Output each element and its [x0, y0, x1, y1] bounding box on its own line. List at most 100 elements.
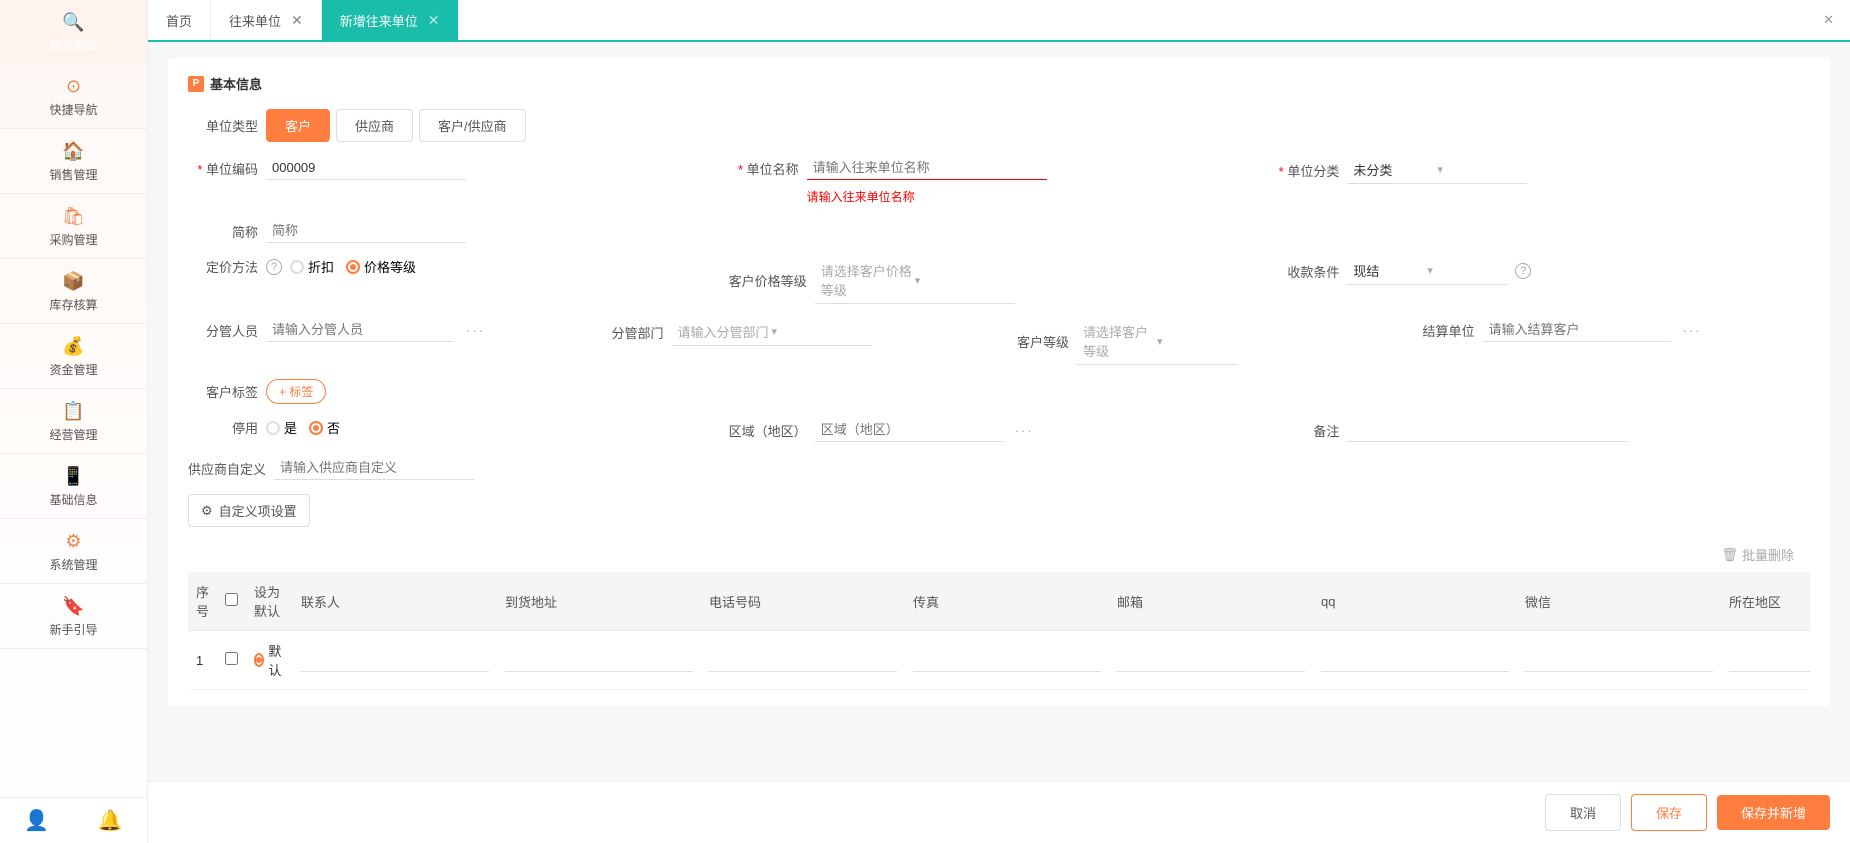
email-input[interactable] [1117, 648, 1305, 672]
tab-new-partner-close[interactable]: ✕ [428, 12, 440, 29]
chevron-down-icon: ▾ [772, 325, 866, 338]
add-tag-button[interactable]: + 标签 [266, 379, 326, 404]
tab-new-partner[interactable]: 新增往来单位 ✕ [322, 0, 459, 40]
row-address[interactable] [497, 631, 701, 690]
type-btn-both[interactable]: 客户/供应商 [419, 109, 526, 142]
row-checkbox[interactable] [217, 631, 246, 690]
remark-input[interactable] [1347, 418, 1627, 442]
settlement-label: 结算单位 [1405, 321, 1475, 340]
close-all-button[interactable]: ✕ [1807, 0, 1850, 40]
unit-type-row: 单位类型 客户 供应商 客户/供应商 [188, 109, 1810, 142]
type-btn-supplier[interactable]: 供应商 [336, 109, 413, 142]
pricing-method-help-icon[interactable]: ? [266, 259, 282, 275]
col-checkbox[interactable] [217, 572, 246, 631]
radio-price-level[interactable]: 价格等级 [346, 257, 416, 276]
unit-category-value: 未分类 [1353, 160, 1437, 179]
row-email[interactable] [1109, 631, 1313, 690]
payment-terms-select[interactable]: 现结 ▾ [1347, 257, 1507, 285]
type-btn-customer[interactable]: 客户 [266, 109, 330, 142]
row-region-input[interactable] [1729, 648, 1810, 672]
sidebar-item-operations[interactable]: 📋 经营管理 [0, 389, 147, 454]
settlement-more-icon[interactable]: ··· [1679, 323, 1706, 338]
save-and-new-button[interactable]: 保存并新增 [1717, 795, 1830, 830]
row-checkbox-input[interactable] [225, 652, 238, 665]
row-default[interactable]: 默认 [246, 631, 293, 690]
radio-discount[interactable]: 折扣 [290, 257, 334, 276]
customer-level-select[interactable]: 请选择客户等级 ▾ [1077, 318, 1237, 365]
form-footer: 取消 保存 保存并新增 [148, 781, 1850, 843]
manager-input[interactable] [266, 318, 454, 342]
sidebar-item-inventory[interactable]: 📦 库存核算 [0, 259, 147, 324]
sidebar-notify-icon[interactable]: 🔔 [98, 808, 123, 833]
system-icon: ⚙ [65, 531, 81, 552]
customer-price-select[interactable]: 请选择客户价格等级 ▾ [815, 257, 1015, 304]
batch-delete-button[interactable]: 🗑 批量删除 [1721, 545, 1794, 564]
custom-settings-button[interactable]: ⚙ 自定义项设置 [188, 494, 310, 527]
select-all-checkbox[interactable] [225, 593, 238, 606]
row-qq[interactable] [1313, 631, 1517, 690]
supplier-custom-input[interactable] [274, 456, 474, 480]
sidebar-item-label: 销售管理 [49, 166, 97, 183]
unit-category-select[interactable]: 未分类 ▾ [1347, 156, 1527, 184]
sidebar-item-search[interactable]: 🔍 搜索菜单 [0, 0, 147, 64]
col-email: 邮箱 [1109, 572, 1313, 631]
tag-row: 客户标签 + 标签 [188, 379, 1810, 404]
department-select[interactable]: 请输入分管部门 ▾ [672, 318, 872, 346]
unit-code-label: 单位编码 [188, 159, 258, 178]
tab-partners-close[interactable]: ✕ [291, 12, 303, 29]
tab-partners[interactable]: 往来单位 ✕ [211, 0, 322, 40]
sidebar-item-quicknav[interactable]: ⊙ 快捷导航 [0, 64, 147, 129]
sidebar-bottom: 👤 🔔 [0, 797, 147, 843]
section-title-text: 基本信息 [210, 74, 262, 93]
col-seq: 序号 [188, 572, 217, 631]
unit-code-input[interactable] [266, 156, 466, 180]
fax-input[interactable] [913, 648, 1101, 672]
batch-delete-label: 批量删除 [1742, 545, 1794, 564]
sidebar-item-system[interactable]: ⚙ 系统管理 [0, 519, 147, 584]
contact-input[interactable] [301, 648, 489, 672]
short-name-input[interactable] [266, 219, 466, 243]
sidebar-item-guide[interactable]: 🔖 新手引导 [0, 584, 147, 649]
qq-input[interactable] [1321, 648, 1509, 672]
sidebar-item-basic[interactable]: 📱 基础信息 [0, 454, 147, 519]
customer-price-field: 客户价格等级 请选择客户价格等级 ▾ [729, 257, 1270, 304]
radio-no[interactable]: 否 [309, 418, 340, 437]
sidebar-user-icon[interactable]: 👤 [24, 808, 49, 833]
radio-yes[interactable]: 是 [266, 418, 297, 437]
cancel-button[interactable]: 取消 [1545, 794, 1621, 831]
unit-name-field: 单位名称 请输入往来单位名称 [729, 156, 1270, 205]
chevron-down-icon: ▾ [1437, 163, 1521, 176]
payment-terms-help-icon[interactable]: ? [1515, 263, 1531, 279]
sidebar-item-finance[interactable]: 💰 资金管理 [0, 324, 147, 389]
manager-row: 分管人员 ··· 分管部门 请输入分管部门 ▾ 客户等级 请选择客户等级 ▾ [188, 318, 1810, 365]
address-input[interactable] [505, 648, 693, 672]
row-fax[interactable] [905, 631, 1109, 690]
department-field: 分管部门 请输入分管部门 ▾ [594, 318, 1000, 346]
unit-name-input[interactable] [807, 156, 1047, 180]
inventory-icon: 📦 [62, 271, 84, 292]
unit-type-field: 单位类型 客户 供应商 客户/供应商 [188, 109, 1810, 142]
manager-more-icon[interactable]: ··· [462, 323, 489, 338]
row-contact[interactable] [293, 631, 497, 690]
settlement-input[interactable] [1483, 318, 1671, 342]
sidebar-item-purchase[interactable]: 🛍 采购管理 [0, 194, 147, 259]
sidebar-item-sales[interactable]: 🏠 销售管理 [0, 129, 147, 194]
wechat-input[interactable] [1525, 648, 1713, 672]
customer-level-field: 客户等级 请选择客户等级 ▾ [999, 318, 1405, 365]
guide-icon: 🔖 [62, 596, 84, 617]
region-input[interactable] [815, 418, 1003, 442]
row-default-radio[interactable]: 默认 [254, 641, 285, 679]
region-more-icon[interactable]: ··· [1011, 423, 1038, 438]
sales-icon: 🏠 [62, 141, 84, 162]
unit-category-field: 单位分类 未分类 ▾ [1269, 156, 1810, 184]
col-address: 到货地址 [497, 572, 701, 631]
unit-type-label: 单位类型 [188, 116, 258, 135]
phone-input[interactable] [709, 648, 897, 672]
manager-label: 分管人员 [188, 321, 258, 340]
row-region[interactable] [1721, 631, 1810, 690]
save-button[interactable]: 保存 [1631, 794, 1707, 831]
row-default-radio-circle [254, 653, 264, 667]
row-wechat[interactable] [1517, 631, 1721, 690]
tab-home[interactable]: 首页 [148, 0, 211, 40]
row-phone[interactable] [701, 631, 905, 690]
